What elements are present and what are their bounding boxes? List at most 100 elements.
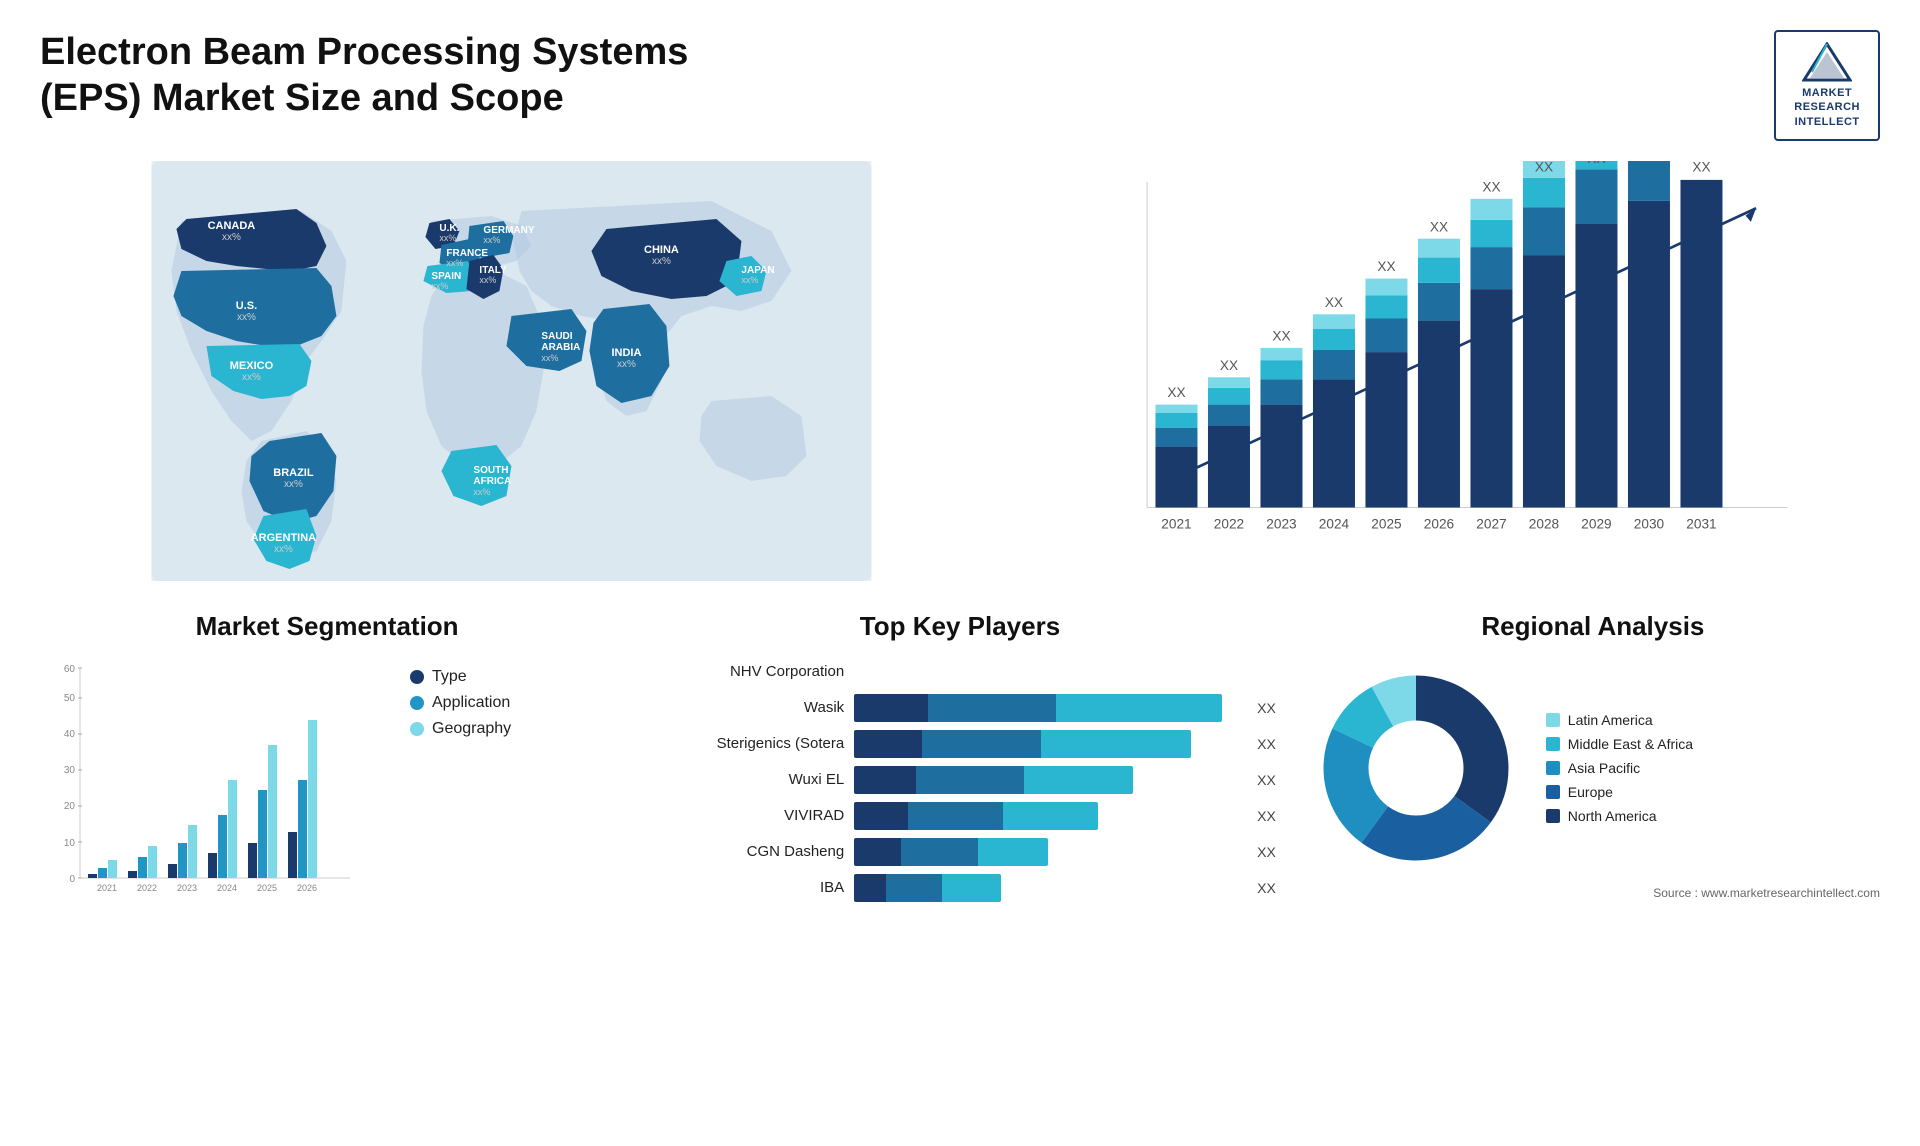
- list-item: Wuxi EL XX: [644, 766, 1276, 794]
- player-bar-wrap: [854, 874, 1241, 902]
- player-xx: XX: [1257, 772, 1276, 788]
- regional-title: Regional Analysis: [1306, 611, 1880, 642]
- legend-item-geography: Geography: [410, 720, 511, 738]
- list-item: VIVIRAD XX: [644, 802, 1276, 830]
- svg-text:XX: XX: [1325, 295, 1343, 310]
- svg-text:BRAZIL: BRAZIL: [273, 467, 314, 479]
- segmentation-legend: Type Application Geography: [410, 668, 511, 738]
- svg-text:XX: XX: [1535, 161, 1553, 175]
- svg-text:XX: XX: [1377, 259, 1395, 274]
- svg-text:10: 10: [64, 838, 76, 849]
- svg-text:xx%: xx%: [284, 479, 303, 490]
- world-map: CANADA xx% U.S. xx% MEXICO xx% BRAZIL xx…: [40, 161, 983, 581]
- donut-area: Latin America Middle East & Africa Asia …: [1306, 658, 1880, 878]
- players-list: NHV Corporation Wasik XX Sterigenics: [644, 658, 1276, 902]
- svg-text:2021: 2021: [1161, 516, 1191, 531]
- donut-chart-svg: [1306, 658, 1526, 878]
- player-name: IBA: [644, 879, 844, 896]
- geography-color: [410, 722, 424, 736]
- svg-text:XX: XX: [1167, 385, 1185, 400]
- svg-text:40: 40: [64, 729, 76, 740]
- svg-text:XX: XX: [1272, 328, 1290, 343]
- svg-text:2021: 2021: [97, 883, 117, 893]
- list-item: Sterigenics (Sotera XX: [644, 730, 1276, 758]
- player-bar-wrap: [854, 658, 1260, 686]
- list-item: NHV Corporation: [644, 658, 1276, 686]
- svg-text:2031: 2031: [1686, 516, 1716, 531]
- svg-text:xx%: xx%: [741, 275, 758, 285]
- svg-text:xx%: xx%: [222, 232, 241, 243]
- asia-pacific-label: Asia Pacific: [1568, 760, 1640, 776]
- type-color: [410, 670, 424, 684]
- svg-text:xx%: xx%: [274, 544, 293, 555]
- svg-text:xx%: xx%: [431, 281, 448, 291]
- svg-text:MEXICO: MEXICO: [230, 360, 274, 372]
- player-name: CGN Dasheng: [644, 843, 844, 860]
- svg-text:SAUDI: SAUDI: [541, 331, 572, 342]
- legend-item-europe: Europe: [1546, 784, 1693, 800]
- svg-text:30: 30: [64, 765, 76, 776]
- page-title: Electron Beam Processing Systems (EPS) M…: [40, 30, 740, 121]
- svg-text:ARABIA: ARABIA: [541, 342, 580, 353]
- svg-text:xx%: xx%: [479, 275, 496, 285]
- svg-text:CHINA: CHINA: [644, 244, 679, 256]
- logo-text: MARKET RESEARCH INTELLECT: [1794, 86, 1860, 129]
- svg-text:2025: 2025: [257, 883, 277, 893]
- svg-text:XX: XX: [1692, 161, 1710, 175]
- svg-text:2026: 2026: [1424, 516, 1454, 531]
- north-america-color: [1546, 809, 1560, 823]
- player-xx: XX: [1257, 808, 1276, 824]
- player-bar-wrap: [854, 766, 1241, 794]
- middle-east-color: [1546, 737, 1560, 751]
- list-item: CGN Dasheng XX: [644, 838, 1276, 866]
- svg-text:2024: 2024: [217, 883, 237, 893]
- svg-text:xx%: xx%: [242, 372, 261, 383]
- svg-text:2029: 2029: [1581, 516, 1611, 531]
- europe-label: Europe: [1568, 784, 1613, 800]
- legend-item-type: Type: [410, 668, 511, 686]
- svg-text:50: 50: [64, 693, 76, 704]
- player-xx: XX: [1257, 844, 1276, 860]
- svg-text:2022: 2022: [137, 883, 157, 893]
- svg-text:0: 0: [69, 874, 75, 885]
- player-xx: XX: [1257, 700, 1276, 716]
- application-label: Application: [432, 694, 510, 712]
- svg-text:XX: XX: [1430, 219, 1448, 234]
- player-bar-wrap: [854, 802, 1241, 830]
- regional-legend: Latin America Middle East & Africa Asia …: [1546, 712, 1693, 824]
- svg-text:xx%: xx%: [439, 233, 456, 243]
- player-name: Wasik: [644, 699, 844, 716]
- header: Electron Beam Processing Systems (EPS) M…: [40, 30, 1880, 141]
- svg-text:2028: 2028: [1529, 516, 1559, 531]
- logo: MARKET RESEARCH INTELLECT: [1774, 30, 1880, 141]
- segmentation-title: Market Segmentation: [40, 611, 614, 642]
- svg-text:2022: 2022: [1214, 516, 1244, 531]
- svg-text:XX: XX: [1587, 161, 1605, 166]
- svg-text:XX: XX: [1482, 179, 1500, 194]
- bar-chart-svg: XX XX XX XX XX: [1023, 161, 1880, 581]
- legend-item-north-america: North America: [1546, 808, 1693, 824]
- logo-icon: [1802, 42, 1852, 82]
- svg-text:AFRICA: AFRICA: [473, 476, 511, 487]
- svg-text:CANADA: CANADA: [208, 220, 256, 232]
- segmentation-chart-svg: 0 10 20 30 40 50 60 2021: [40, 658, 360, 918]
- player-name: Sterigenics (Sotera: [644, 735, 844, 752]
- asia-pacific-color: [1546, 761, 1560, 775]
- svg-text:xx%: xx%: [483, 235, 500, 245]
- svg-text:SOUTH: SOUTH: [473, 465, 508, 476]
- geography-label: Geography: [432, 720, 511, 738]
- list-item: Wasik XX: [644, 694, 1276, 722]
- svg-text:INDIA: INDIA: [611, 347, 641, 359]
- svg-text:xx%: xx%: [652, 256, 671, 267]
- growth-bar-chart: XX XX XX XX XX: [1023, 161, 1880, 581]
- list-item: IBA XX: [644, 874, 1276, 902]
- player-bar-wrap: [854, 730, 1241, 758]
- svg-text:xx%: xx%: [541, 353, 558, 363]
- application-color: [410, 696, 424, 710]
- svg-text:xx%: xx%: [237, 312, 256, 323]
- svg-text:2023: 2023: [177, 883, 197, 893]
- svg-text:xx%: xx%: [473, 487, 490, 497]
- europe-color: [1546, 785, 1560, 799]
- svg-text:2023: 2023: [1266, 516, 1296, 531]
- svg-text:60: 60: [64, 664, 76, 675]
